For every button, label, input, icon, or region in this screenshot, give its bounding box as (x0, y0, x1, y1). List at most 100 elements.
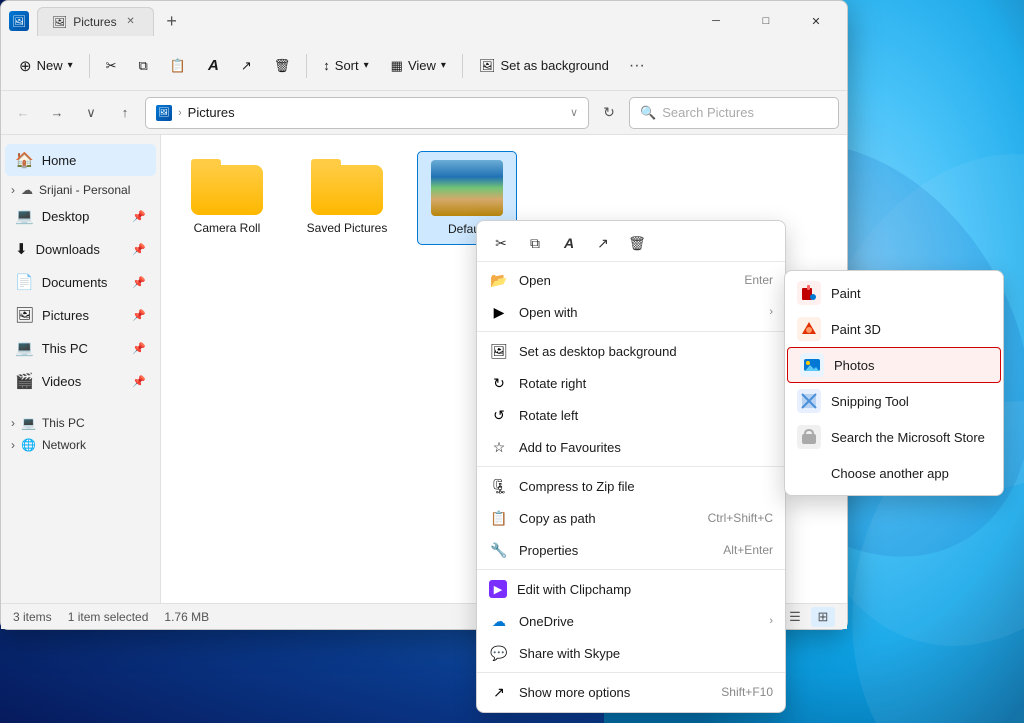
edit-clipchamp-icon: ▶ (489, 580, 507, 598)
cm-item-onedrive[interactable]: ☁ OneDrive › (477, 605, 785, 637)
cm-item-properties[interactable]: 🔧 Properties Alt+Enter (477, 534, 785, 566)
share-button[interactable]: ↗ (231, 48, 262, 84)
copy-button[interactable]: ⧉ (129, 48, 158, 84)
sm-item-snipping-tool[interactable]: Snipping Tool (785, 383, 1003, 419)
desktop-icon: 💻 (15, 207, 34, 225)
cm-item-set-desktop-bg[interactable]: 🖼 Set as desktop background (477, 335, 785, 367)
paste-button[interactable]: 📋 (160, 48, 196, 84)
cut-button[interactable]: ✂ (96, 48, 127, 84)
thispc-arrow: › (11, 416, 15, 430)
file-size: 1.76 MB (164, 610, 209, 624)
documents-icon: 📄 (15, 273, 34, 291)
refresh-button[interactable]: ↻ (595, 99, 623, 127)
cm-item-share-skype[interactable]: 💬 Share with Skype (477, 637, 785, 669)
folder-item-saved-pictures[interactable]: Saved Pictures (297, 151, 397, 245)
window-controls: ─ □ ✕ (693, 5, 839, 37)
properties-shortcut: Alt+Enter (723, 543, 773, 557)
forward-button[interactable]: → (43, 99, 71, 127)
active-tab[interactable]: 🖼 Pictures ✕ (37, 7, 154, 36)
onedrive-arrow: › (769, 615, 773, 627)
maximize-button[interactable]: □ (743, 5, 789, 37)
compress-zip-icon: 🗜 (489, 476, 509, 496)
folder-icon-camera-roll (191, 159, 263, 215)
cm-cut-button[interactable]: ✂ (485, 229, 517, 257)
sidebar-item-pictures[interactable]: 🖼 Pictures 📌 (5, 299, 156, 331)
new-tab-button[interactable]: + (158, 7, 186, 35)
set-bg-button[interactable]: 🖼 Set as background (469, 48, 619, 84)
add-favourites-label: Add to Favourites (519, 440, 773, 455)
waterfall-image (431, 160, 503, 216)
cm-item-copy-path[interactable]: 📋 Copy as path Ctrl+Shift+C (477, 502, 785, 534)
choose-app-icon (797, 461, 821, 485)
view-button[interactable]: ▦ View ▾ (381, 48, 456, 84)
sidebar-desktop-label: Desktop (42, 209, 90, 224)
cm-item-show-more[interactable]: ↗ Show more options Shift+F10 (477, 676, 785, 708)
open-with-label: Open with (519, 305, 759, 320)
address-bar[interactable]: 🖼 › Pictures ∨ (145, 97, 589, 129)
more-options-button[interactable]: ··· (621, 50, 653, 82)
pin-icon-documents: 📌 (132, 276, 146, 289)
up-button[interactable]: ↑ (111, 99, 139, 127)
cm-item-rotate-right[interactable]: ↻ Rotate right (477, 367, 785, 399)
cm-item-open[interactable]: 📂 Open Enter (477, 264, 785, 296)
share-skype-icon: 💬 (489, 643, 509, 663)
cm-toolbar: ✂ ⧉ A ↗ 🗑 (477, 225, 785, 262)
image-thumbnail-default (431, 160, 503, 216)
close-button[interactable]: ✕ (793, 5, 839, 37)
rename-icon: A (208, 57, 219, 74)
cm-item-add-favourites[interactable]: ☆ Add to Favourites (477, 431, 785, 463)
pin-icon-videos: 📌 (132, 375, 146, 388)
sort-button[interactable]: ↕ Sort ▾ (313, 48, 378, 84)
sm-item-paint[interactable]: Paint (785, 275, 1003, 311)
folder-item-camera-roll[interactable]: Camera Roll (177, 151, 277, 245)
sm-item-paint3d[interactable]: Paint 3D (785, 311, 1003, 347)
cm-sep-4 (477, 672, 785, 673)
back-button[interactable]: ← (9, 99, 37, 127)
delete-icon: 🗑 (274, 58, 291, 74)
address-dropdown-icon[interactable]: ∨ (570, 106, 578, 119)
delete-button[interactable]: 🗑 (264, 48, 301, 84)
sidebar-item-downloads[interactable]: ⬇ Downloads 📌 (5, 233, 156, 265)
pin-icon-downloads: 📌 (132, 243, 146, 256)
cm-share-button[interactable]: ↗ (587, 229, 619, 257)
grid-view-toggle[interactable]: ⊞ (811, 607, 835, 627)
sm-item-ms-store[interactable]: Search the Microsoft Store (785, 419, 1003, 455)
sm-item-photos[interactable]: Photos (787, 347, 1001, 383)
cm-copy-button[interactable]: ⧉ (519, 229, 551, 257)
share-skype-label: Share with Skype (519, 646, 773, 661)
tab-close-button[interactable]: ✕ (123, 14, 139, 30)
downloads-icon: ⬇ (15, 240, 28, 258)
address-separator: › (178, 107, 182, 119)
pictures-icon: 🖼 (15, 306, 34, 324)
cm-item-compress-zip[interactable]: 🗜 Compress to Zip file (477, 470, 785, 502)
cm-item-rotate-left[interactable]: ↺ Rotate left (477, 399, 785, 431)
sm-item-choose-app[interactable]: Choose another app (785, 455, 1003, 491)
sidebar-item-desktop[interactable]: 💻 Desktop 📌 (5, 200, 156, 232)
address-icon: 🖼 (156, 105, 172, 121)
cm-delete-button[interactable]: 🗑 (621, 229, 653, 257)
sidebar-item-documents[interactable]: 📄 Documents 📌 (5, 266, 156, 298)
sidebar-section-network[interactable]: › 🌐 Network (1, 432, 160, 454)
recent-button[interactable]: ∨ (77, 99, 105, 127)
sidebar-section-thispc[interactable]: › 💻 This PC (1, 410, 160, 432)
cm-item-open-with[interactable]: ▶ Open with › (477, 296, 785, 328)
sidebar-section-personal[interactable]: › ☁ Srijani - Personal (1, 177, 160, 199)
search-bar[interactable]: 🔍 Search Pictures (629, 97, 839, 129)
copy-path-shortcut: Ctrl+Shift+C (708, 511, 773, 525)
sidebar-item-home[interactable]: 🏠 Home (5, 144, 156, 176)
toolbar-sep-2 (306, 54, 307, 78)
new-button[interactable]: ⊕ New ▾ (9, 48, 83, 84)
list-view-toggle[interactable]: ☰ (783, 607, 807, 627)
minimize-button[interactable]: ─ (693, 5, 739, 37)
cm-rename-button[interactable]: A (553, 229, 585, 257)
sidebar-item-videos[interactable]: 🎬 Videos 📌 (5, 365, 156, 397)
sidebar-thispc-label: This PC (42, 416, 85, 430)
sort-icon: ↕ (323, 58, 330, 73)
folder-icon-saved-pictures (311, 159, 383, 215)
tab-area: 🖼 Pictures ✕ + (37, 7, 186, 36)
cm-item-edit-clipchamp[interactable]: ▶ Edit with Clipchamp (477, 573, 785, 605)
sidebar-item-thispc-pinned[interactable]: 💻 This PC 📌 (5, 332, 156, 364)
folder-body-2 (311, 165, 383, 215)
rename-button[interactable]: A (198, 48, 229, 84)
items-count: 3 items (13, 610, 52, 624)
